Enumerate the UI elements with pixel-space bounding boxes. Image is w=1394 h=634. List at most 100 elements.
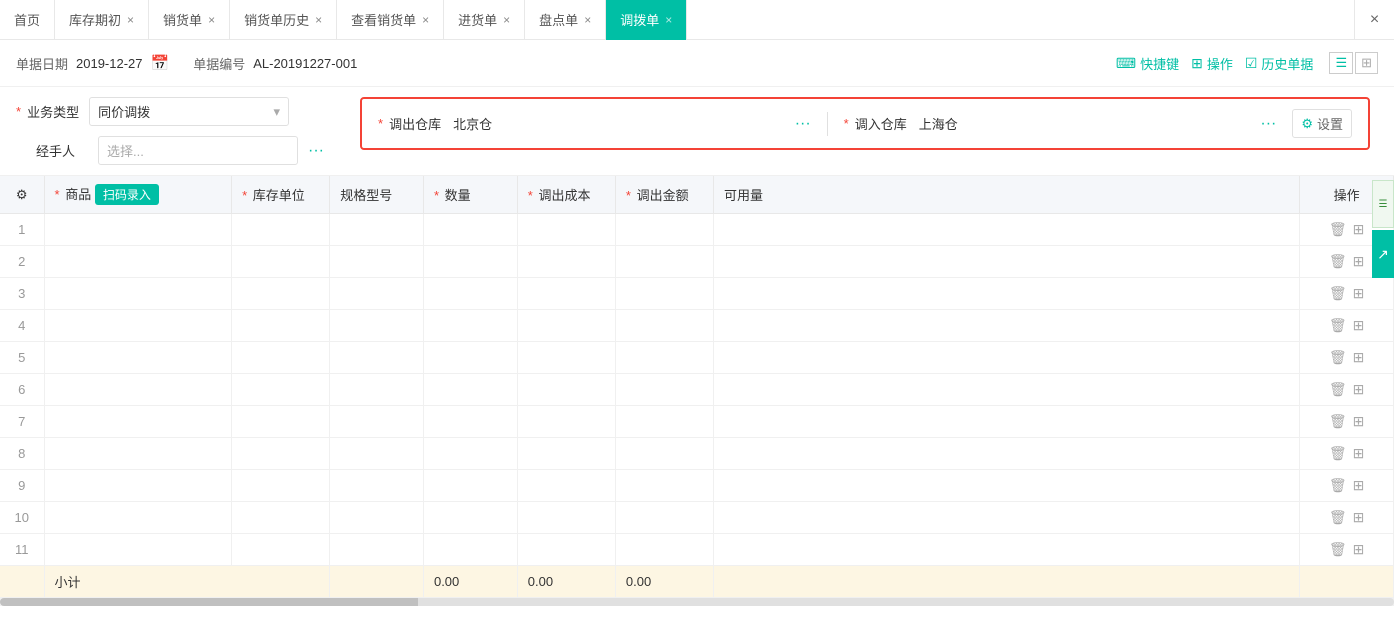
delete-icon[interactable]: 🗑 <box>1329 317 1347 334</box>
row-product[interactable] <box>44 470 232 502</box>
tab-home[interactable]: 首页 <box>0 0 55 40</box>
tab-sales-history-close[interactable]: × <box>315 13 322 27</box>
copy-icon[interactable]: ⊞ <box>1353 477 1365 494</box>
row-cost[interactable] <box>517 534 615 566</box>
copy-icon[interactable]: ⊞ <box>1353 317 1365 334</box>
row-product[interactable] <box>44 406 232 438</box>
tab-transfer-close[interactable]: × <box>665 13 672 27</box>
copy-icon[interactable]: ⊞ <box>1353 381 1365 398</box>
row-product[interactable] <box>44 278 232 310</box>
delete-icon[interactable]: 🗑 <box>1329 349 1347 366</box>
warehouse-out-more-btn[interactable]: ··· <box>795 115 811 133</box>
row-product[interactable] <box>44 374 232 406</box>
row-unit[interactable] <box>232 406 330 438</box>
warehouse-in-more-btn[interactable]: ··· <box>1260 115 1276 133</box>
row-unit[interactable] <box>232 342 330 374</box>
th-settings[interactable]: ⚙ <box>0 176 44 214</box>
row-available[interactable] <box>714 470 1300 502</box>
row-available[interactable] <box>714 502 1300 534</box>
row-spec[interactable] <box>330 278 424 310</box>
row-cost[interactable] <box>517 278 615 310</box>
row-product[interactable] <box>44 438 232 470</box>
row-unit[interactable] <box>232 438 330 470</box>
row-cost[interactable] <box>517 214 615 246</box>
history-button[interactable]: ☑ 历史单据 <box>1245 54 1314 73</box>
delete-icon[interactable]: 🗑 <box>1329 541 1347 558</box>
tab-view-sales[interactable]: 查看销货单 × <box>337 0 444 40</box>
handler-more-btn[interactable]: ··· <box>308 142 324 160</box>
copy-icon[interactable]: ⊞ <box>1353 221 1365 238</box>
row-unit[interactable] <box>232 278 330 310</box>
row-quantity[interactable] <box>423 438 517 470</box>
copy-icon[interactable]: ⊞ <box>1353 541 1365 558</box>
row-available[interactable] <box>714 438 1300 470</box>
delete-icon[interactable]: 🗑 <box>1329 445 1347 462</box>
tab-sales-order[interactable]: 销货单 × <box>149 0 230 40</box>
row-cost[interactable] <box>517 246 615 278</box>
row-spec[interactable] <box>330 502 424 534</box>
handler-select[interactable]: 选择... <box>98 136 298 165</box>
row-amount[interactable] <box>615 246 713 278</box>
tab-inventory-init-close[interactable]: × <box>127 13 134 27</box>
row-available[interactable] <box>714 246 1300 278</box>
row-amount[interactable] <box>615 342 713 374</box>
row-product[interactable] <box>44 534 232 566</box>
row-amount[interactable] <box>615 534 713 566</box>
row-quantity[interactable] <box>423 310 517 342</box>
horizontal-scrollbar[interactable] <box>0 598 1394 606</box>
row-spec[interactable] <box>330 438 424 470</box>
row-amount[interactable] <box>615 374 713 406</box>
tab-sales-history[interactable]: 销货单历史 × <box>230 0 337 40</box>
row-product[interactable] <box>44 214 232 246</box>
row-amount[interactable] <box>615 438 713 470</box>
tab-purchase-close[interactable]: × <box>503 13 510 27</box>
row-amount[interactable] <box>615 502 713 534</box>
row-available[interactable] <box>714 310 1300 342</box>
row-unit[interactable] <box>232 214 330 246</box>
shortcut-button[interactable]: ⌨ 快捷键 <box>1116 54 1179 73</box>
row-available[interactable] <box>714 214 1300 246</box>
row-amount[interactable] <box>615 310 713 342</box>
tab-inventory-init[interactable]: 库存期初 × <box>55 0 149 40</box>
row-product[interactable] <box>44 310 232 342</box>
row-cost[interactable] <box>517 342 615 374</box>
settings-button[interactable]: ⚙ 设置 <box>1292 109 1352 138</box>
tab-stocktake[interactable]: 盘点单 × <box>525 0 606 40</box>
row-product[interactable] <box>44 342 232 374</box>
copy-icon[interactable]: ⊞ <box>1353 509 1365 526</box>
row-unit[interactable] <box>232 470 330 502</box>
business-type-select[interactable]: 同价调拨 ▾ <box>89 97 289 126</box>
layout-grid-btn[interactable]: ⊞ <box>1355 52 1378 74</box>
delete-icon[interactable]: 🗑 <box>1329 285 1347 302</box>
row-unit[interactable] <box>232 310 330 342</box>
delete-icon[interactable]: 🗑 <box>1329 381 1347 398</box>
row-available[interactable] <box>714 342 1300 374</box>
row-spec[interactable] <box>330 534 424 566</box>
row-spec[interactable] <box>330 342 424 374</box>
row-available[interactable] <box>714 406 1300 438</box>
scan-button[interactable]: 扫码录入 <box>95 184 159 205</box>
row-amount[interactable] <box>615 406 713 438</box>
delete-icon[interactable]: 🗑 <box>1329 509 1347 526</box>
right-panel-btn-2[interactable]: ↗ <box>1372 230 1394 278</box>
row-spec[interactable] <box>330 310 424 342</box>
row-amount[interactable] <box>615 214 713 246</box>
delete-icon[interactable]: 🗑 <box>1329 253 1347 270</box>
row-available[interactable] <box>714 374 1300 406</box>
row-amount[interactable] <box>615 470 713 502</box>
right-panel-btn-1[interactable]: ☰ <box>1372 180 1394 228</box>
row-quantity[interactable] <box>423 406 517 438</box>
tab-view-sales-close[interactable]: × <box>422 13 429 27</box>
copy-icon[interactable]: ⊞ <box>1353 253 1365 270</box>
row-quantity[interactable] <box>423 278 517 310</box>
row-spec[interactable] <box>330 246 424 278</box>
row-unit[interactable] <box>232 534 330 566</box>
calendar-icon[interactable]: 📅 <box>151 54 170 72</box>
row-product[interactable] <box>44 246 232 278</box>
row-spec[interactable] <box>330 470 424 502</box>
row-cost[interactable] <box>517 470 615 502</box>
row-cost[interactable] <box>517 502 615 534</box>
tab-stocktake-close[interactable]: × <box>584 13 591 27</box>
row-spec[interactable] <box>330 374 424 406</box>
operate-button[interactable]: ⊞ 操作 <box>1191 54 1233 73</box>
